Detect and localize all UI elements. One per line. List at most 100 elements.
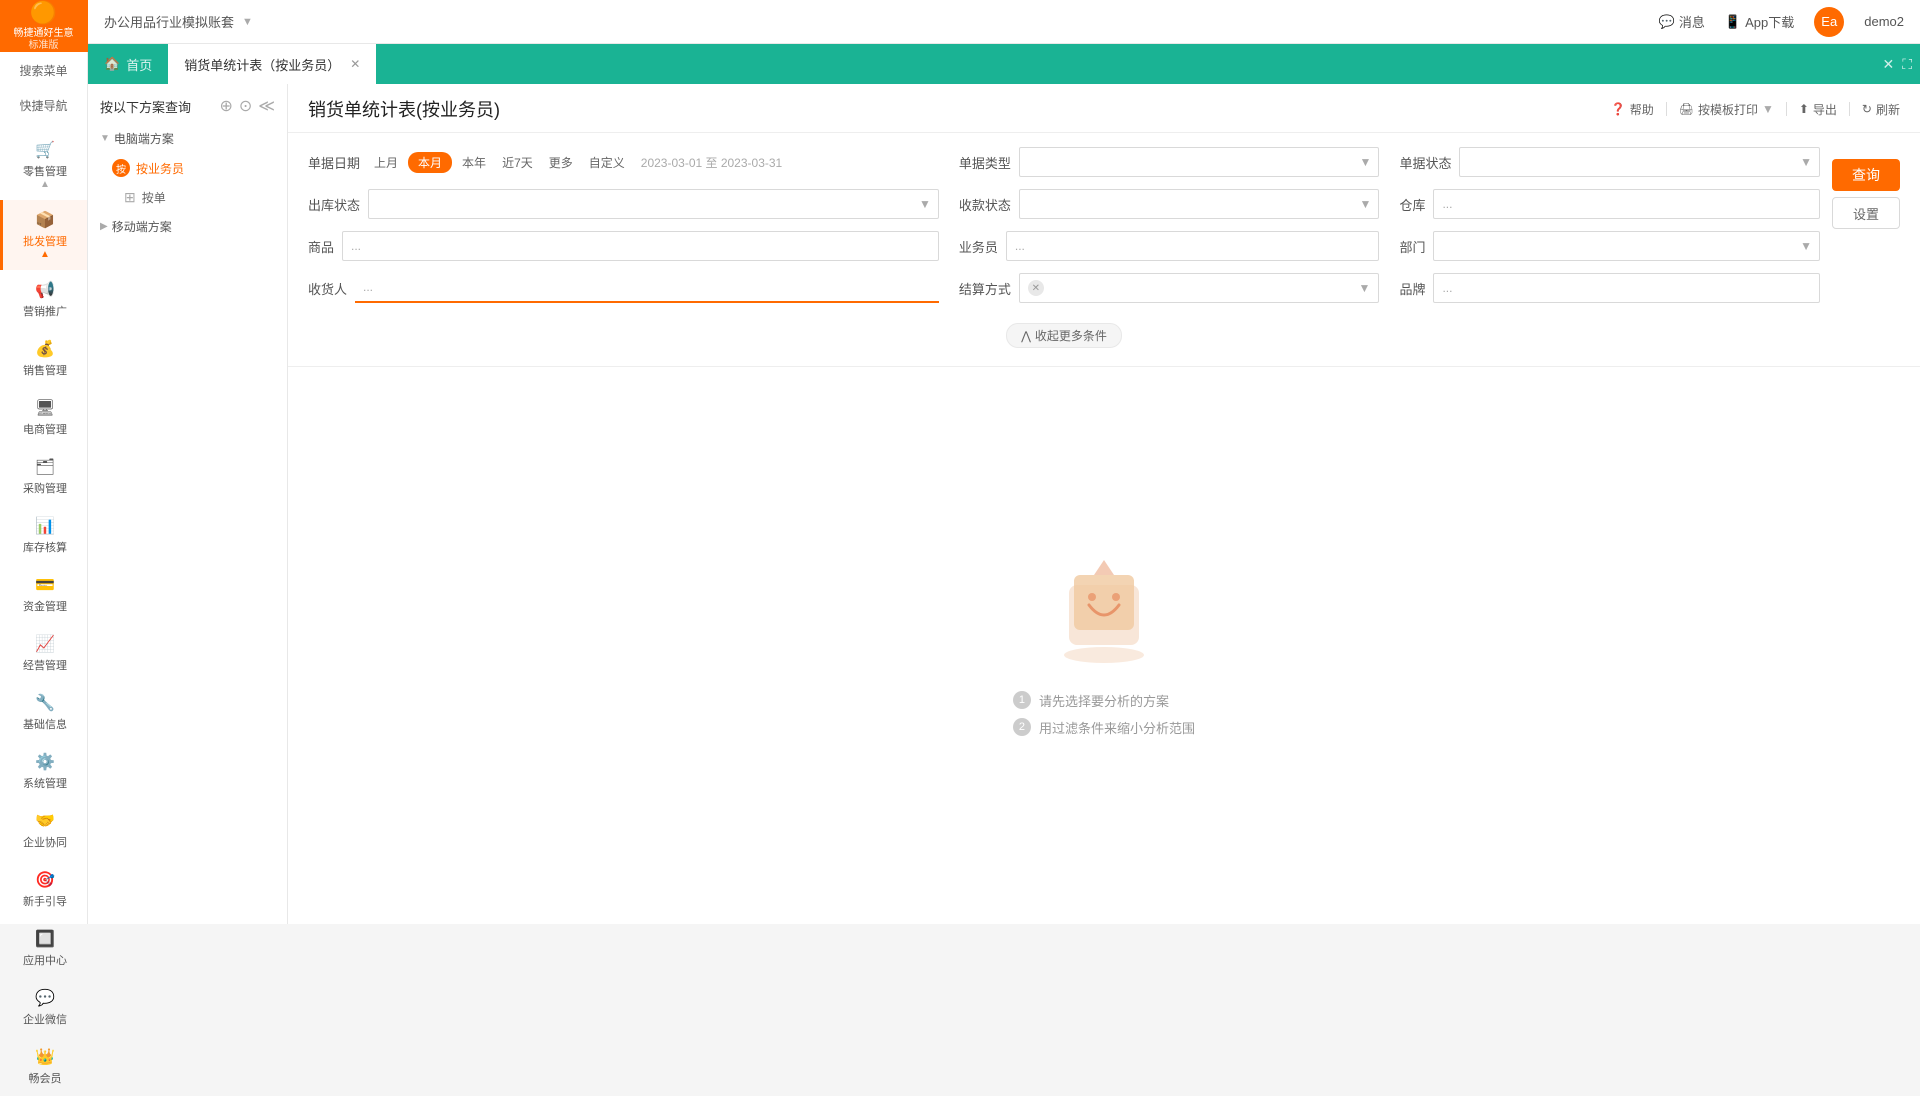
template-print-btn[interactable]: 🖨 按模板打印 ▼ — [1679, 101, 1774, 118]
add-scheme-btn[interactable]: ⊕ — [219, 96, 232, 116]
consignee-placeholder: ... — [363, 280, 373, 294]
app-download-label: App下载 — [1745, 12, 1794, 31]
sidebar-item-wholesale[interactable]: 📦 批发管理 ▲ — [0, 200, 87, 270]
wechat-icon: 💬 — [35, 988, 55, 1008]
print-arrow: ▼ — [1762, 102, 1774, 116]
tip-num-1: 1 — [1013, 691, 1031, 709]
sidebar-item-finance[interactable]: 💳 资金管理 — [0, 565, 87, 624]
search-menu[interactable]: 搜索菜单 — [0, 52, 87, 89]
tab-sales-stat[interactable]: 销货单统计表（按业务员） ✕ — [168, 44, 376, 84]
app-download-btn[interactable]: 📱 App下载 — [1725, 12, 1794, 31]
scheme-sub-item-by-order[interactable]: ⊞ 按单 — [88, 183, 287, 212]
message-btn[interactable]: 💬 消息 — [1659, 12, 1705, 31]
sidebar-item-label-coop: 企业协同 — [23, 834, 67, 850]
wholesale-icon: 📦 — [35, 210, 55, 230]
sidebar-item-label-system: 系统管理 — [23, 775, 67, 791]
sidebar-item-retail[interactable]: 🛒 零售管理 ▲ — [0, 130, 87, 200]
settle-clear-btn[interactable]: ✕ — [1028, 280, 1044, 296]
bill-type-select-wrap: ▼ — [1019, 147, 1380, 177]
dept-select[interactable] — [1433, 231, 1820, 261]
coop-icon: 🤝 — [35, 811, 55, 831]
goods-label: 商品 — [308, 237, 334, 256]
sidebar-item-label-basic: 基础信息 — [23, 716, 67, 732]
custom-tab[interactable]: 自定义 — [583, 152, 631, 173]
filter-dept: 部门 ▼ — [1399, 231, 1820, 261]
tip-text-2: 用过滤条件来缩小分析范围 — [1039, 718, 1195, 737]
sidebar-item-coop[interactable]: 🤝 企业协同 — [0, 801, 87, 860]
brand-select[interactable]: ... — [1433, 273, 1820, 303]
warehouse-select[interactable]: ... — [1433, 189, 1820, 219]
sidebar-item-ecom[interactable]: 🖥 电商管理 — [0, 388, 87, 447]
sidebar-item-label-wechat: 企业微信 — [23, 1011, 67, 1027]
print-icon: 🖨 — [1679, 102, 1694, 116]
message-label: 消息 — [1679, 12, 1705, 31]
quick-nav[interactable]: 快捷导航 — [0, 89, 87, 122]
sidebar-item-basic[interactable]: 🔧 基础信息 — [0, 683, 87, 742]
help-icon: ❓ — [1611, 102, 1626, 116]
export-btn[interactable]: ⬆ 导出 — [1799, 101, 1837, 118]
collapse-btn[interactable]: ⋀ 收起更多条件 — [1006, 323, 1122, 348]
home-icon: 🏠 — [104, 56, 120, 72]
tab-sales-stat-label: 销货单统计表（按业务员） — [184, 55, 340, 74]
maximize-btn[interactable]: ⛶ — [1902, 56, 1912, 73]
sales-icon: 💰 — [35, 339, 55, 359]
more-tab[interactable]: 更多 — [543, 152, 579, 173]
sidebar-item-label-wholesale: 批发管理 — [23, 233, 67, 249]
salesman-select[interactable]: ... — [1006, 231, 1380, 261]
current-month-tab[interactable]: 本月 — [408, 152, 452, 173]
inventory-icon: 📊 — [35, 516, 55, 536]
desktop-group-header[interactable]: ▼ 电脑端方案 — [88, 124, 287, 153]
refresh-btn[interactable]: ↻ 刷新 — [1862, 101, 1900, 118]
sidebar-item-appstore[interactable]: 🔲 应用中心 — [0, 919, 87, 978]
filter-row-2: 出库状态 ▼ 收款状态 ▼ — [308, 189, 1820, 219]
close-window-btn[interactable]: ✕ — [1882, 56, 1894, 73]
filter-bill-type: 单据类型 ▼ — [959, 147, 1380, 177]
sidebar-item-newbie[interactable]: 🎯 新手引导 — [0, 860, 87, 919]
sidebar-item-system[interactable]: ⚙️ 系统管理 — [0, 742, 87, 801]
tab-home[interactable]: 🏠 首页 — [88, 44, 168, 84]
tabs-bar: 🏠 首页 销货单统计表（按业务员） ✕ ✕ ⛶ — [88, 44, 1920, 84]
collapse-panel-btn[interactable]: ≪ — [258, 96, 275, 116]
sidebar-item-wechat[interactable]: 💬 企业微信 — [0, 978, 87, 1037]
sidebar-item-sales[interactable]: 💰 销售管理 — [0, 329, 87, 388]
close-tab-icon[interactable]: ✕ — [350, 57, 360, 71]
system-icon: ⚙️ — [35, 752, 55, 772]
scheme-group-desktop: ▼ 电脑端方案 按 按业务员 ⊞ 按单 — [88, 124, 287, 212]
out-status-select[interactable] — [368, 189, 939, 219]
action-divider-2 — [1786, 102, 1787, 116]
page-title: 销货单统计表(按业务员) — [308, 96, 500, 122]
empty-tips: 1 请先选择要分析的方案 2 用过滤条件来缩小分析范围 — [1013, 691, 1195, 737]
scheme-item-by-salesman[interactable]: 按 按业务员 — [88, 153, 287, 183]
settings-btn[interactable]: 设置 — [1832, 197, 1900, 229]
refresh-icon: ↻ — [1862, 102, 1872, 116]
workspace-selector[interactable]: 办公用品行业模拟账套 ▼ — [104, 12, 253, 31]
last7-tab[interactable]: 近7天 — [496, 152, 539, 173]
query-btn[interactable]: 查询 — [1832, 159, 1900, 191]
bill-status-select[interactable] — [1459, 147, 1820, 177]
avatar[interactable]: Ea — [1814, 7, 1844, 37]
current-year-tab[interactable]: 本年 — [456, 152, 492, 173]
sidebar-item-label-member: 畅会员 — [29, 1070, 62, 1086]
help-btn[interactable]: ❓ 帮助 — [1611, 101, 1654, 118]
bill-status-label: 单据状态 — [1399, 153, 1451, 172]
receive-status-select[interactable] — [1019, 189, 1380, 219]
goods-select[interactable]: ... — [342, 231, 939, 261]
sub-icon: ⊞ — [124, 189, 136, 206]
filter-warehouse: 仓库 ... — [1399, 189, 1820, 219]
filter-date: 单据日期 上月 本月 本年 近7天 更多 自定义 — [308, 152, 939, 173]
last-month-tab[interactable]: 上月 — [368, 152, 404, 173]
consignee-input[interactable]: ... — [355, 273, 939, 303]
sidebar-item-marketing[interactable]: 📢 营销推广 — [0, 270, 87, 329]
sidebar-item-purchase[interactable]: 🗂 采购管理 — [0, 447, 87, 506]
sidebar-item-member[interactable]: 👑 畅会员 — [0, 1037, 87, 1096]
sidebar-item-inventory[interactable]: 📊 库存核算 — [0, 506, 87, 565]
filter-settle: 结算方式 ✕ ▼ — [959, 273, 1380, 303]
top-header: 办公用品行业模拟账套 ▼ 💬 消息 📱 App下载 Ea demo2 — [88, 0, 1920, 44]
filter-brand: 品牌 ... — [1399, 273, 1820, 303]
filter-row-4: 收货人 ... 结算方式 ✕ — [308, 273, 1820, 303]
bill-type-select[interactable] — [1019, 147, 1380, 177]
mobile-group-header[interactable]: ▶ 移动端方案 — [88, 212, 287, 241]
edit-scheme-btn[interactable]: ⊙ — [239, 96, 252, 116]
sidebar-item-operation[interactable]: 📈 经营管理 — [0, 624, 87, 683]
right-main: 销货单统计表(按业务员) ❓ 帮助 🖨 按模板打印 ▼ ⬆ — [288, 84, 1920, 924]
